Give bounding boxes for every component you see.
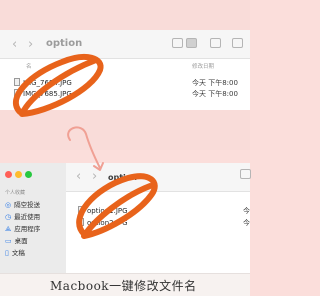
annotation-layer <box>12 53 158 239</box>
caption-bar: Macbook一键修改文件名 <box>0 273 250 296</box>
marker-circle-2 <box>76 173 158 239</box>
arrow-icon <box>67 126 104 171</box>
caption-text: Macbook一键修改文件名 <box>50 279 197 293</box>
marker-circle-1 <box>12 53 104 117</box>
